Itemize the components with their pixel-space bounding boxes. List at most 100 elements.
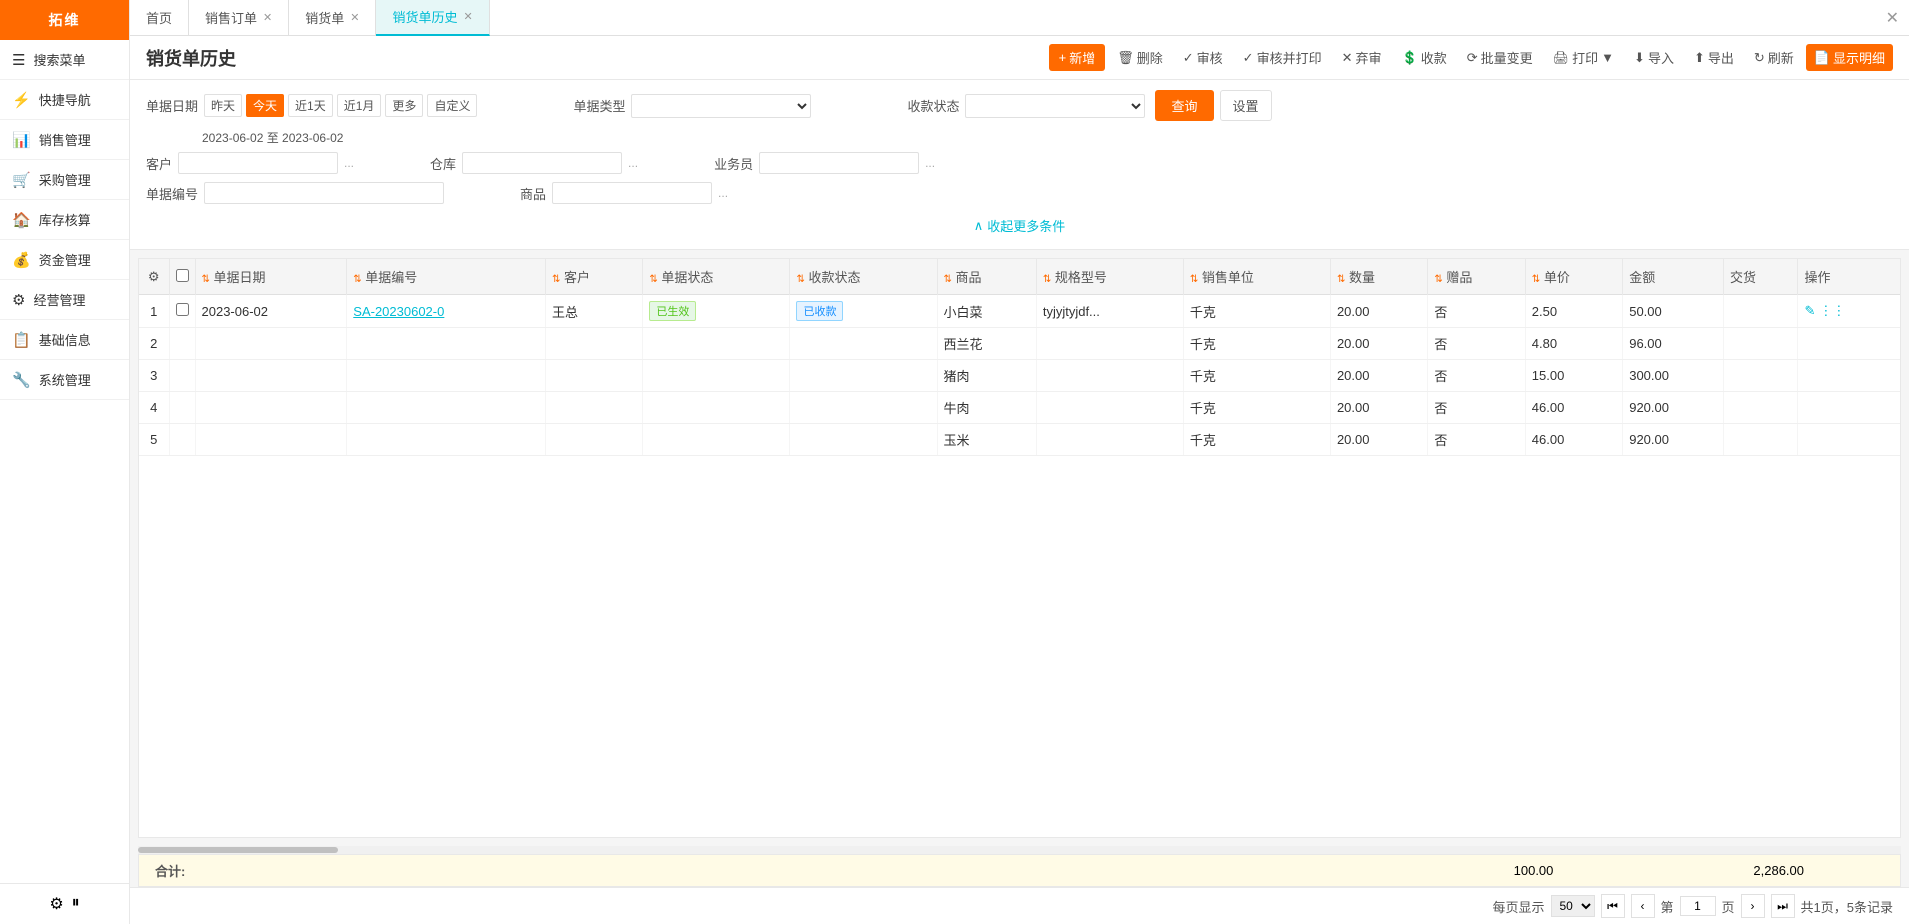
tab-sales-order[interactable]: 销售订单 ✕ <box>189 0 289 36</box>
first-page-btn[interactable]: ⏮ <box>1601 894 1625 918</box>
goods-input[interactable] <box>552 182 712 204</box>
cell-amount: 300.00 <box>1623 360 1724 392</box>
sidebar-item-label: 采购管理 <box>39 170 91 189</box>
collapse-button[interactable]: ∧ 收起更多条件 <box>146 212 1893 239</box>
col-customer[interactable]: ⇅ 客户 <box>545 259 642 295</box>
total-info: 共1页，5条记录 <box>1801 897 1893 916</box>
batch-change-button[interactable]: ⟳ 批量变更 <box>1459 44 1541 71</box>
next-page-btn[interactable]: › <box>1741 894 1765 918</box>
cell-goods: 西兰花 <box>937 328 1036 360</box>
filter-collect-status: 收款状态 查询 设置 <box>907 90 1271 121</box>
audit-button[interactable]: ✓ 审核 <box>1175 44 1231 71</box>
sidebar-item-search-menu[interactable]: ☰ 搜索菜单 <box>0 40 129 80</box>
page-input[interactable] <box>1680 896 1716 916</box>
tab-home[interactable]: 首页 <box>130 0 189 36</box>
per-page-select[interactable]: 50 <box>1551 895 1595 917</box>
col-checkbox[interactable] <box>169 259 195 295</box>
sidebar-item-purchase-mgmt[interactable]: 🛒 采购管理 <box>0 160 129 200</box>
col-collect-status[interactable]: ⇅ 收款状态 <box>790 259 937 295</box>
col-transaction[interactable]: 交货 <box>1723 259 1797 295</box>
col-spec[interactable]: ⇅ 规格型号 <box>1036 259 1183 295</box>
col-amount[interactable]: 金额 <box>1623 259 1724 295</box>
col-date[interactable]: ⇅ 单据日期 <box>195 259 347 295</box>
collect-status-select[interactable] <box>965 94 1145 118</box>
row-checkbox-input[interactable] <box>176 303 189 316</box>
cell-price: 46.00 <box>1525 424 1622 456</box>
row-checkbox[interactable] <box>169 328 195 360</box>
new-button[interactable]: + 新增 <box>1049 44 1106 71</box>
setting-button[interactable]: 设置 <box>1220 90 1272 121</box>
tab-sales-goods[interactable]: 销货单 ✕ <box>289 0 376 36</box>
sidebar-item-operation[interactable]: ⚙ 经营管理 <box>0 280 129 320</box>
warehouse-input[interactable] <box>462 152 622 174</box>
sidebar-settings-icon[interactable]: ⚙ <box>49 894 63 914</box>
goods-dots[interactable]: ... <box>718 186 728 200</box>
sidebar-collapse-icon[interactable]: ⏸ <box>72 894 80 914</box>
col-unit[interactable]: ⇅ 销售单位 <box>1183 259 1330 295</box>
tab-sales-goods-close[interactable]: ✕ <box>350 11 359 24</box>
sidebar-item-basic-info[interactable]: 📋 基础信息 <box>0 320 129 360</box>
last-page-btn[interactable]: ⏭ <box>1771 894 1795 918</box>
sidebar-item-finance[interactable]: 💰 资金管理 <box>0 240 129 280</box>
customer-dots[interactable]: ... <box>344 156 354 170</box>
doc-type-select[interactable] <box>631 94 811 118</box>
export-button[interactable]: ⬆ 导出 <box>1686 44 1742 71</box>
col-doc-no[interactable]: ⇅ 单据编号 <box>347 259 546 295</box>
sidebar-item-system-mgmt[interactable]: 🔧 系统管理 <box>0 360 129 400</box>
query-button[interactable]: 查询 <box>1155 90 1213 121</box>
sidebar-item-sales-mgmt[interactable]: 📊 销售管理 <box>0 120 129 160</box>
scrollbar-thumb[interactable] <box>138 847 338 853</box>
col-price-label: 单价 <box>1544 270 1570 285</box>
row-checkbox[interactable] <box>169 360 195 392</box>
warehouse-dots[interactable]: ... <box>628 156 638 170</box>
sidebar-item-label: 资金管理 <box>39 250 91 269</box>
tab-sales-order-close[interactable]: ✕ <box>263 11 272 24</box>
date-btn-yesterday[interactable]: 昨天 <box>204 94 242 117</box>
prev-page-btn[interactable]: ‹ <box>1631 894 1655 918</box>
select-all-checkbox[interactable] <box>176 269 189 282</box>
table-settings-icon[interactable]: ⚙ <box>148 269 160 284</box>
row-checkbox[interactable] <box>169 295 195 328</box>
print-button[interactable]: 🖨 打印 ▼ <box>1545 44 1622 71</box>
action-edit-icon[interactable]: ✎ <box>1804 303 1815 318</box>
refresh-button[interactable]: ↻ 刷新 <box>1746 44 1802 71</box>
collapse-label: 收起更多条件 <box>987 216 1065 235</box>
cell-date <box>195 392 347 424</box>
horizontal-scrollbar[interactable] <box>138 846 1901 854</box>
collect-icon: 💲 <box>1402 50 1418 66</box>
col-qty[interactable]: ⇅ 数量 <box>1330 259 1427 295</box>
agent-dots[interactable]: ... <box>925 156 935 170</box>
date-btn-month[interactable]: 近1月 <box>337 94 382 117</box>
col-amount-label: 金额 <box>1629 270 1655 285</box>
date-btn-more[interactable]: 更多 <box>385 94 423 117</box>
collect-button[interactable]: 💲 收款 <box>1394 44 1455 71</box>
col-settings[interactable]: ⚙ <box>139 259 169 295</box>
col-goods[interactable]: ⇅ 商品 <box>937 259 1036 295</box>
sidebar-item-quick-nav[interactable]: ⚡ 快捷导航 <box>0 80 129 120</box>
table-container: ⚙ ⇅ 单据日期 ⇅ 单据编号 <box>138 258 1901 838</box>
col-action: 操作 <box>1798 259 1900 295</box>
abandon-button[interactable]: ✕ 弃审 <box>1334 44 1390 71</box>
agent-input[interactable] <box>759 152 919 174</box>
row-checkbox[interactable] <box>169 392 195 424</box>
doc-no-input[interactable] <box>204 182 444 204</box>
date-btn-week[interactable]: 近1天 <box>288 94 333 117</box>
row-checkbox[interactable] <box>169 424 195 456</box>
import-button[interactable]: ⬇ 导入 <box>1626 44 1682 71</box>
tab-sales-history-close[interactable]: ✕ <box>464 10 473 23</box>
cell-collect_status <box>790 424 937 456</box>
sidebar-item-inventory[interactable]: 🏠 库存核算 <box>0 200 129 240</box>
tab-bar-close[interactable]: ✕ <box>1876 0 1909 36</box>
col-price[interactable]: ⇅ 单价 <box>1525 259 1622 295</box>
doc-no-link[interactable]: SA-20230602-0 <box>353 304 444 319</box>
action-more-icon[interactable]: ⋮⋮ <box>1819 303 1845 318</box>
tab-sales-history[interactable]: 销货单历史 ✕ <box>376 0 489 36</box>
delete-button[interactable]: 🗑 删除 <box>1109 44 1171 71</box>
date-btn-custom[interactable]: 自定义 <box>427 94 477 117</box>
customer-input[interactable] <box>178 152 338 174</box>
col-gift[interactable]: ⇅ 赠品 <box>1428 259 1525 295</box>
col-doc-status[interactable]: ⇅ 单据状态 <box>643 259 790 295</box>
audit-print-button[interactable]: ✓ 审核并打印 <box>1235 44 1330 71</box>
date-btn-today[interactable]: 今天 <box>246 94 284 117</box>
show-detail-button[interactable]: 📄 显示明细 <box>1806 44 1893 71</box>
